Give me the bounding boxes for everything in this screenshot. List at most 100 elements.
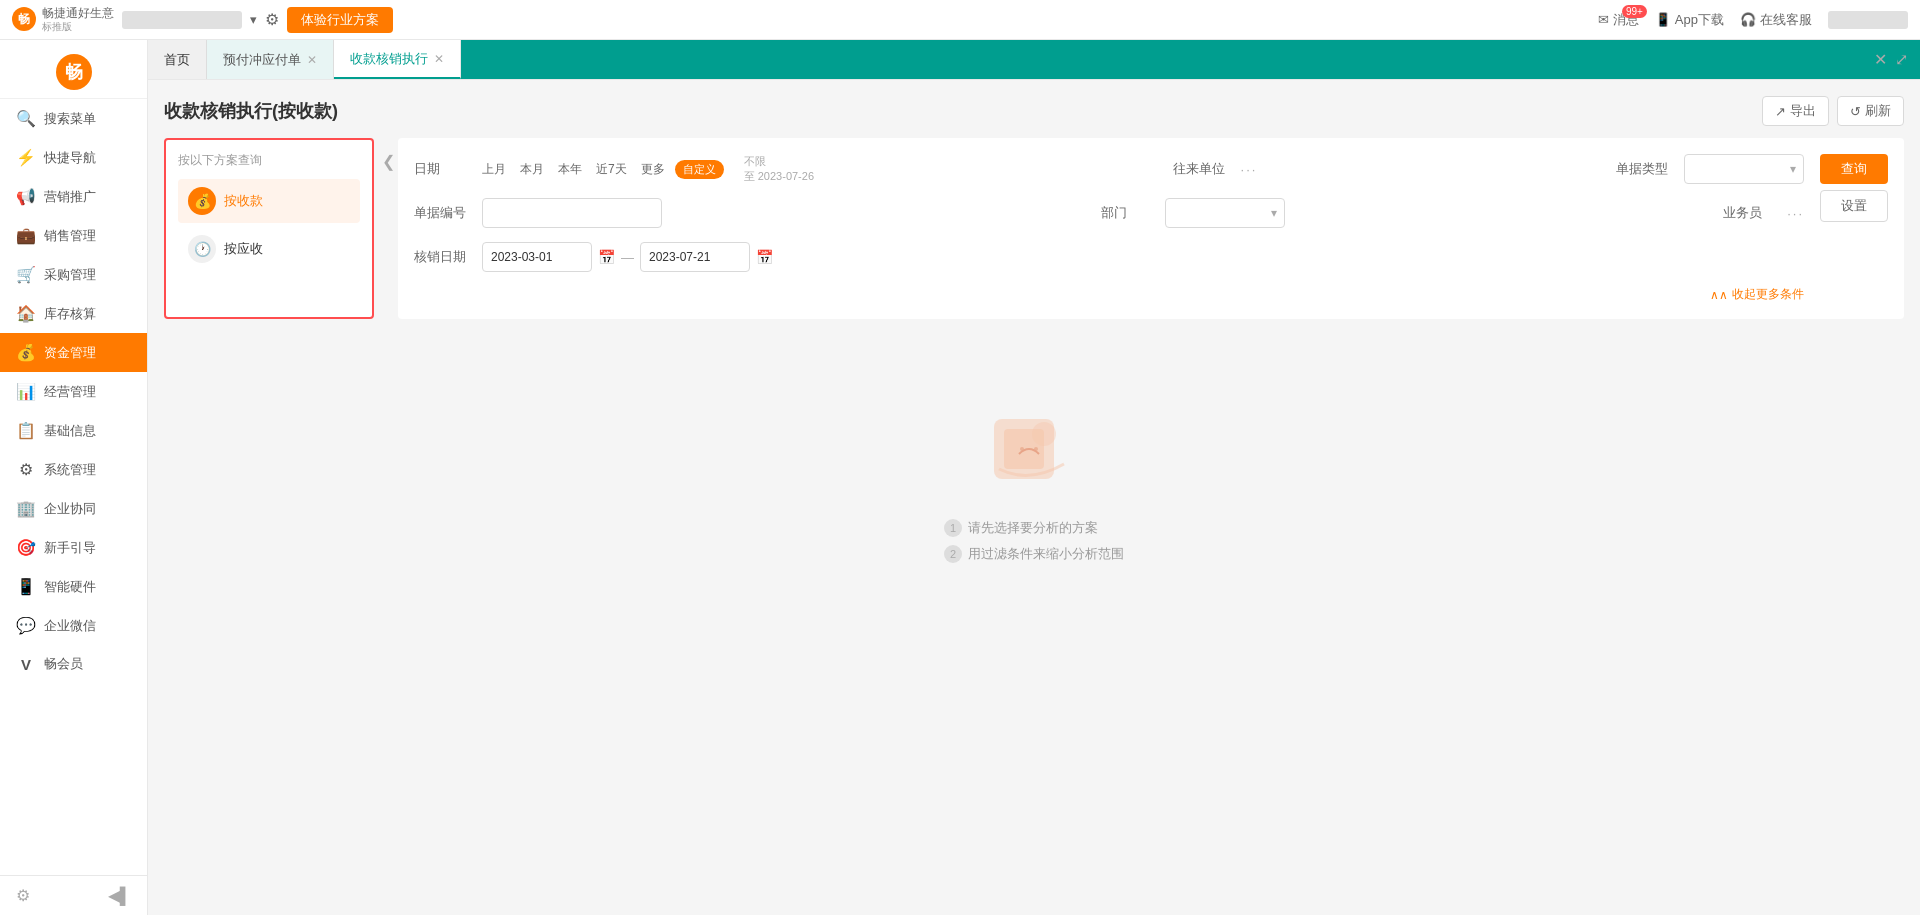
flash-icon: ⚡ bbox=[16, 148, 36, 167]
refresh-icon: ↺ bbox=[1850, 104, 1861, 119]
message-button[interactable]: ✉ 消息 99+ bbox=[1598, 11, 1639, 29]
sidebar-item-marketing[interactable]: 📢 营销推广 bbox=[0, 177, 147, 216]
date-btn-7days[interactable]: 近7天 bbox=[592, 159, 631, 180]
filter-sidebar-title: 按以下方案查询 bbox=[178, 152, 360, 169]
dept-label: 部门 bbox=[1101, 204, 1149, 222]
empty-tip-2: 2 用过滤条件来缩小分析范围 bbox=[944, 541, 1124, 567]
partner-label: 往来单位 bbox=[1173, 160, 1225, 178]
filter-option-by-receipt[interactable]: 💰 按收款 bbox=[178, 179, 360, 223]
collapse-label: 收起更多条件 bbox=[1732, 286, 1804, 303]
sidebar-item-sales[interactable]: 💼 销售管理 bbox=[0, 216, 147, 255]
verify-date-start-input[interactable] bbox=[482, 242, 592, 272]
filter-form: 日期 上月 本月 本年 近7天 更多 自定义 bbox=[398, 138, 1904, 319]
tab-prepay[interactable]: 预付冲应付单 ✕ bbox=[207, 40, 334, 79]
sidebar-item-vip[interactable]: V 畅会员 bbox=[0, 645, 147, 683]
tab-receipt-close[interactable]: ✕ bbox=[434, 52, 444, 66]
settings-bottom-icon[interactable]: ⚙ bbox=[16, 886, 30, 905]
sidebar-item-label: 企业微信 bbox=[44, 617, 96, 635]
date-btn-this-year[interactable]: 本年 bbox=[554, 159, 586, 180]
tip-num-1: 1 bbox=[944, 519, 962, 537]
collapse-chevron-icon: ∧∧ bbox=[1710, 288, 1728, 302]
expand-icon[interactable]: ⤢ bbox=[1895, 50, 1908, 69]
content-area: 首页 预付冲应付单 ✕ 收款核销执行 ✕ ✕ ⤢ 收款核销执行(按收款) bbox=[148, 40, 1920, 915]
verify-date-end-cal[interactable]: 📅 bbox=[756, 249, 773, 265]
dept-select-wrap bbox=[1165, 198, 1285, 228]
settings-icon[interactable]: ⚙ bbox=[265, 10, 279, 29]
sidebar-item-guide[interactable]: 🎯 新手引导 bbox=[0, 528, 147, 567]
sidebar-item-inventory[interactable]: 🏠 库存核算 bbox=[0, 294, 147, 333]
set-button[interactable]: 设置 bbox=[1820, 190, 1888, 222]
logo-icon: 畅 bbox=[12, 7, 36, 31]
wechat-icon: 💬 bbox=[16, 616, 36, 635]
date-btn-more[interactable]: 更多 bbox=[637, 159, 669, 180]
sidebar-item-label: 快捷导航 bbox=[44, 149, 96, 167]
date-btn-this-month[interactable]: 本月 bbox=[516, 159, 548, 180]
collapse-sidebar-icon[interactable]: ◀▌ bbox=[108, 886, 131, 905]
sidebar-item-quicknav[interactable]: ⚡ 快捷导航 bbox=[0, 138, 147, 177]
dept-select[interactable] bbox=[1165, 198, 1285, 228]
sidebar-item-system[interactable]: ⚙ 系统管理 bbox=[0, 450, 147, 489]
workspace-dropdown-icon[interactable]: ▾ bbox=[250, 12, 257, 27]
date-to: 至 2023-07-26 bbox=[744, 169, 814, 184]
tip-text-1: 请先选择要分析的方案 bbox=[968, 515, 1098, 541]
tab-prepay-close[interactable]: ✕ bbox=[307, 53, 317, 67]
tab-receipt[interactable]: 收款核销执行 ✕ bbox=[334, 40, 461, 79]
sidebar-logo: 畅 bbox=[0, 40, 147, 99]
staff-label: 业务员 bbox=[1723, 204, 1771, 222]
workspace-name bbox=[122, 11, 242, 29]
solution-button[interactable]: 体验行业方案 bbox=[287, 7, 393, 33]
tip-text-2: 用过滤条件来缩小分析范围 bbox=[968, 541, 1124, 567]
tip-num-2: 2 bbox=[944, 545, 962, 563]
tabbar-right: ✕ ⤢ bbox=[1862, 40, 1920, 79]
export-button[interactable]: ↗ 导出 bbox=[1762, 96, 1829, 126]
sidebar-item-wechat[interactable]: 💬 企业微信 bbox=[0, 606, 147, 645]
export-label: 导出 bbox=[1790, 102, 1816, 120]
warehouse-icon: 🏠 bbox=[16, 304, 36, 323]
briefcase-icon: 💼 bbox=[16, 226, 36, 245]
sidebar-item-finance[interactable]: 💰 资金管理 bbox=[0, 333, 147, 372]
receipt-option-icon: 💰 bbox=[188, 187, 216, 215]
filter-option-by-receivable[interactable]: 🕐 按应收 bbox=[178, 227, 360, 271]
app-download-button[interactable]: 📱 App下载 bbox=[1655, 11, 1724, 29]
sidebar-item-label: 营销推广 bbox=[44, 188, 96, 206]
filter-layout: 按以下方案查询 💰 按收款 🕐 按应收 ❮ bbox=[164, 138, 1904, 319]
filter-collapse-icon[interactable]: ❮ bbox=[378, 138, 398, 171]
collapse-more-btn[interactable]: ∧∧ 收起更多条件 bbox=[414, 286, 1804, 303]
sidebar-item-enterprise[interactable]: 🏢 企业协同 bbox=[0, 489, 147, 528]
tab-home[interactable]: 首页 bbox=[148, 40, 207, 79]
doc-type-select-wrap bbox=[1684, 154, 1804, 184]
gear-icon: ⚙ bbox=[16, 460, 36, 479]
target-icon: 🎯 bbox=[16, 538, 36, 557]
partner-input[interactable]: ··· bbox=[1241, 162, 1258, 177]
refresh-label: 刷新 bbox=[1865, 102, 1891, 120]
brand-name: 畅捷通好生意 bbox=[42, 6, 114, 20]
building-icon: 🏢 bbox=[16, 499, 36, 518]
refresh-button[interactable]: ↺ 刷新 bbox=[1837, 96, 1904, 126]
staff-input[interactable]: ··· bbox=[1787, 206, 1804, 221]
sidebar-item-label: 资金管理 bbox=[44, 344, 96, 362]
doc-type-label: 单据类型 bbox=[1616, 160, 1668, 178]
verify-date-start-cal[interactable]: 📅 bbox=[598, 249, 615, 265]
svg-point-4 bbox=[1034, 447, 1038, 451]
sidebar-item-search[interactable]: 🔍 搜索菜单 bbox=[0, 99, 147, 138]
verify-date-end-input[interactable] bbox=[640, 242, 750, 272]
sidebar-item-management[interactable]: 📊 经营管理 bbox=[0, 372, 147, 411]
chart-icon: 📊 bbox=[16, 382, 36, 401]
date-btn-custom[interactable]: 自定义 bbox=[675, 160, 724, 179]
tab-home-label: 首页 bbox=[164, 51, 190, 69]
sidebar-item-hardware[interactable]: 📱 智能硬件 bbox=[0, 567, 147, 606]
doc-no-input[interactable] bbox=[482, 198, 662, 228]
page-content: 收款核销执行(按收款) ↗ 导出 ↺ 刷新 按以下方案查询 bbox=[148, 80, 1920, 915]
app-label: App下载 bbox=[1675, 11, 1724, 29]
doc-type-select[interactable] bbox=[1684, 154, 1804, 184]
date-btn-last-month[interactable]: 上月 bbox=[478, 159, 510, 180]
sidebar-item-purchase[interactable]: 🛒 采购管理 bbox=[0, 255, 147, 294]
close-tab-icon[interactable]: ✕ bbox=[1874, 50, 1887, 69]
sidebar-item-basic-info[interactable]: 📋 基础信息 bbox=[0, 411, 147, 450]
online-service-button[interactable]: 🎧 在线客服 bbox=[1740, 11, 1812, 29]
query-button[interactable]: 查询 bbox=[1820, 154, 1888, 184]
date-shortcuts: 上月 本月 本年 近7天 更多 自定义 bbox=[478, 159, 724, 180]
page-actions: ↗ 导出 ↺ 刷新 bbox=[1762, 96, 1904, 126]
page-title: 收款核销执行(按收款) bbox=[164, 99, 338, 123]
brand-sub: 标推版 bbox=[42, 21, 114, 33]
